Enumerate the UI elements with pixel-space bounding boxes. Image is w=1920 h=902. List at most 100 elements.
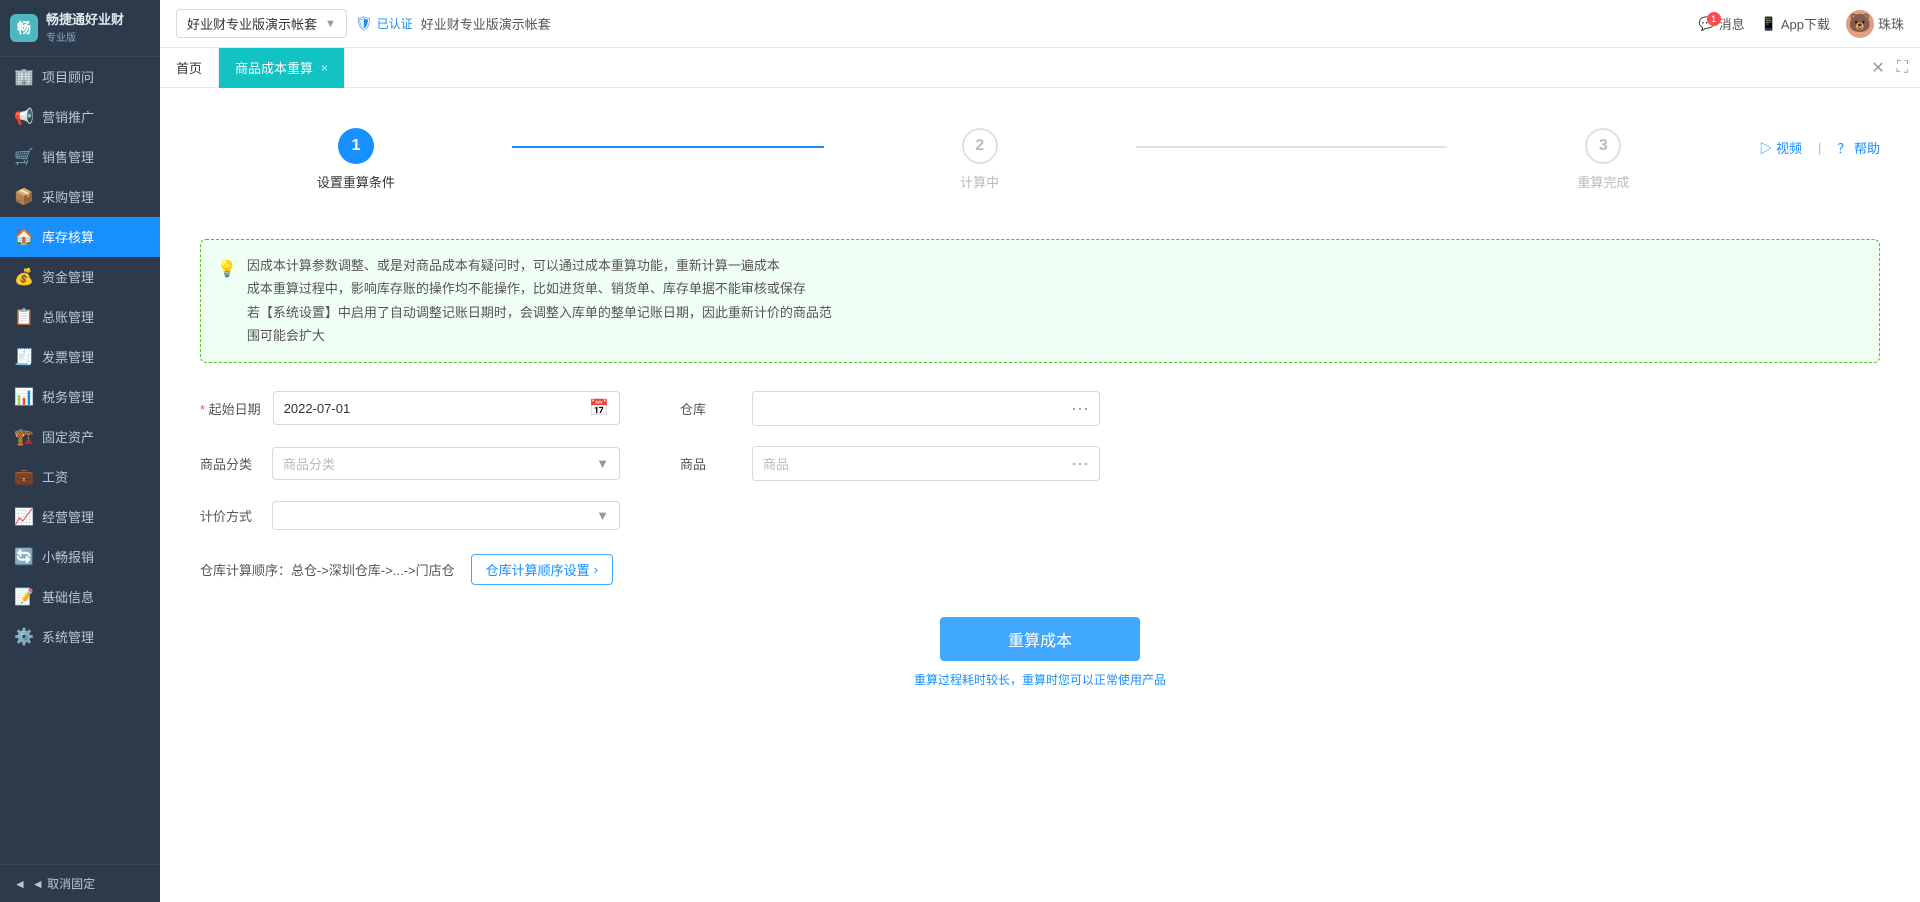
calendar-icon: 📅 xyxy=(589,398,609,418)
recalc-button[interactable]: 重算成本 xyxy=(940,617,1140,661)
account-select[interactable]: 好业财专业版演示帐套 ▼ xyxy=(176,9,347,38)
finance-label: 资金管理 xyxy=(42,267,94,286)
calc-order-row: 仓库计算顺序：总仓->深圳仓库->...->门店仓 仓库计算顺序设置 › xyxy=(200,554,1880,585)
sidebar-item-sales[interactable]: 🛒 销售管理 xyxy=(0,137,160,177)
sidebar-item-invoice[interactable]: 🧾 发票管理 xyxy=(0,337,160,377)
logo-icon: 畅 xyxy=(10,14,38,42)
close-window-icon[interactable]: ✕ xyxy=(1871,58,1884,78)
pricing-select[interactable]: ▼ xyxy=(272,501,620,530)
category-label: 商品分类 xyxy=(200,454,260,473)
message-action[interactable]: 💬 1 消息 xyxy=(1698,14,1744,33)
salary-label: 工资 xyxy=(42,467,68,486)
step-1-circle: 1 xyxy=(338,128,374,164)
tab-cost-recalc[interactable]: 商品成本重算 × xyxy=(219,48,345,88)
step-1-label: 设置重算条件 xyxy=(317,172,395,191)
project-label: 项目顾问 xyxy=(42,67,94,86)
pricing-row: 计价方式 ▼ xyxy=(200,501,620,530)
sidebar-item-management[interactable]: 📈 经营管理 xyxy=(0,497,160,537)
tax-label: 税务管理 xyxy=(42,387,94,406)
start-date-input[interactable]: 2022-07-01 📅 xyxy=(273,391,620,425)
verified-label: 已认证 xyxy=(377,15,413,32)
step-2-circle: 2 xyxy=(962,128,998,164)
marketing-icon: 📢 xyxy=(14,107,34,127)
app-download-action[interactable]: 📱 App下载 xyxy=(1761,14,1830,33)
product-input[interactable]: 商品 ··· xyxy=(752,446,1100,481)
sidebar-item-purchase[interactable]: 📦 采购管理 xyxy=(0,177,160,217)
video-help-link[interactable]: ▷ 视频 xyxy=(1759,138,1802,157)
product-label: 商品 xyxy=(680,454,740,473)
recalc-section: 重算成本 重算过程耗时较长，重算时您可以正常使用产品 xyxy=(200,617,1880,688)
warehouse-input[interactable]: ··· xyxy=(752,391,1100,426)
sidebar-item-system[interactable]: ⚙️ 系统管理 xyxy=(0,617,160,657)
sidebar-item-finance[interactable]: 💰 资金管理 xyxy=(0,257,160,297)
product-more-icon[interactable]: ··· xyxy=(1071,453,1089,474)
inventory-icon: 🏠 xyxy=(14,227,34,247)
step-2-label: 计算中 xyxy=(960,172,999,191)
topbar-right: 💬 1 消息 📱 App下载 🐻 珠珠 xyxy=(1698,10,1904,38)
invoice-label: 发票管理 xyxy=(42,347,94,366)
system-label: 系统管理 xyxy=(42,627,94,646)
expense-icon: 🔄 xyxy=(14,547,34,567)
management-icon: 📈 xyxy=(14,507,34,527)
user-profile[interactable]: 🐻 珠珠 xyxy=(1846,10,1904,38)
warehouse-row: 仓库 ··· xyxy=(680,391,1100,426)
message-icon-wrapper: 💬 1 xyxy=(1698,16,1714,32)
sales-icon: 🛒 xyxy=(14,147,34,167)
shield-icon: 🛡 xyxy=(355,15,373,32)
basic-icon: 📝 xyxy=(14,587,34,607)
invoice-icon: 🧾 xyxy=(14,347,34,367)
start-date-label: 起始日期 xyxy=(200,399,261,418)
sidebar-item-tax[interactable]: 📊 税务管理 xyxy=(0,377,160,417)
category-placeholder: 商品分类 xyxy=(283,454,335,473)
accounting-icon: 📋 xyxy=(14,307,34,327)
sidebar-item-accounting[interactable]: 📋 总账管理 xyxy=(0,297,160,337)
start-date-row: 起始日期 2022-07-01 📅 xyxy=(200,391,620,426)
tab-controls: ✕ ⛶ xyxy=(1859,58,1920,78)
tab-home[interactable]: 首页 xyxy=(160,48,219,88)
sales-label: 销售管理 xyxy=(42,147,94,166)
sidebar-item-project[interactable]: 🏢 项目顾问 xyxy=(0,57,160,97)
pricing-chevron-icon: ▼ xyxy=(596,508,609,523)
info-box: 💡 因成本计算参数调整、或是对商品成本有疑问时，可以通过成本重算功能，重新计算一… xyxy=(200,239,1880,363)
help-icon: ？ xyxy=(1837,141,1850,156)
recalc-button-label: 重算成本 xyxy=(1008,633,1072,650)
basic-label: 基础信息 xyxy=(42,587,94,606)
logo-subtitle: 专业版 xyxy=(46,29,124,44)
marketing-label: 营销推广 xyxy=(42,107,94,126)
cancel-fixed-button[interactable]: ◄ ◄ 取消固定 xyxy=(0,864,160,902)
step-3: 3 重算完成 xyxy=(1447,128,1759,191)
phone-icon: 📱 xyxy=(1761,16,1777,32)
calc-order-settings-button[interactable]: 仓库计算顺序设置 › xyxy=(471,554,613,585)
app-download-label: App下载 xyxy=(1781,14,1830,33)
topbar: 好业财专业版演示帐套 ▼ 🛡 已认证 好业财专业版演示帐套 💬 1 消息 📱 A… xyxy=(160,0,1920,48)
recalc-note: 重算过程耗时较长，重算时您可以正常使用产品 xyxy=(914,671,1166,688)
step-2-number: 2 xyxy=(975,137,984,155)
sidebar-item-inventory[interactable]: 🏠 库存核算 xyxy=(0,217,160,257)
step-3-label: 重算完成 xyxy=(1577,172,1629,191)
close-tab-icon[interactable]: × xyxy=(321,61,328,75)
product-placeholder: 商品 xyxy=(763,454,789,473)
sidebar-item-marketing[interactable]: 📢 营销推广 xyxy=(0,97,160,137)
more-icon[interactable]: ··· xyxy=(1071,398,1089,419)
step-1: 1 设置重算条件 xyxy=(200,128,512,191)
calc-order-label: 仓库计算顺序：总仓->深圳仓库->...->门店仓 xyxy=(200,560,455,579)
category-select[interactable]: 商品分类 ▼ xyxy=(272,447,620,480)
expand-icon[interactable]: ⛶ xyxy=(1897,59,1908,77)
sidebar-item-expense[interactable]: 🔄 小畅报销 xyxy=(0,537,160,577)
sidebar-item-salary[interactable]: 💼 工资 xyxy=(0,457,160,497)
purchase-icon: 📦 xyxy=(14,187,34,207)
tab-bar: 首页 商品成本重算 × ✕ ⛶ xyxy=(160,48,1920,88)
logo-title: 畅捷通好业财 xyxy=(46,12,124,29)
sidebar: 畅 畅捷通好业财 专业版 🏢 项目顾问 📢 营销推广 🛒 销售管理 📦 采购管理… xyxy=(0,0,160,902)
stepper: 1 设置重算条件 2 计算中 3 重算完成 ▷ 视频 xyxy=(200,112,1880,207)
pricing-label: 计价方式 xyxy=(200,506,260,525)
inventory-label: 库存核算 xyxy=(42,227,94,246)
sidebar-item-basic[interactable]: 📝 基础信息 xyxy=(0,577,160,617)
sidebar-item-assets[interactable]: 🏗️ 固定资产 xyxy=(0,417,160,457)
help-label: 帮助 xyxy=(1854,141,1880,156)
account-select-text: 好业财专业版演示帐套 xyxy=(187,14,317,33)
assets-label: 固定资产 xyxy=(42,427,94,446)
help-link[interactable]: ？ 帮助 xyxy=(1837,138,1880,157)
info-line-2: 成本重算过程中，影响库存账的操作均不能操作，比如进货单、销货单、库存单据不能审核… xyxy=(247,277,832,300)
sidebar-logo: 畅 畅捷通好业财 专业版 xyxy=(0,0,160,57)
